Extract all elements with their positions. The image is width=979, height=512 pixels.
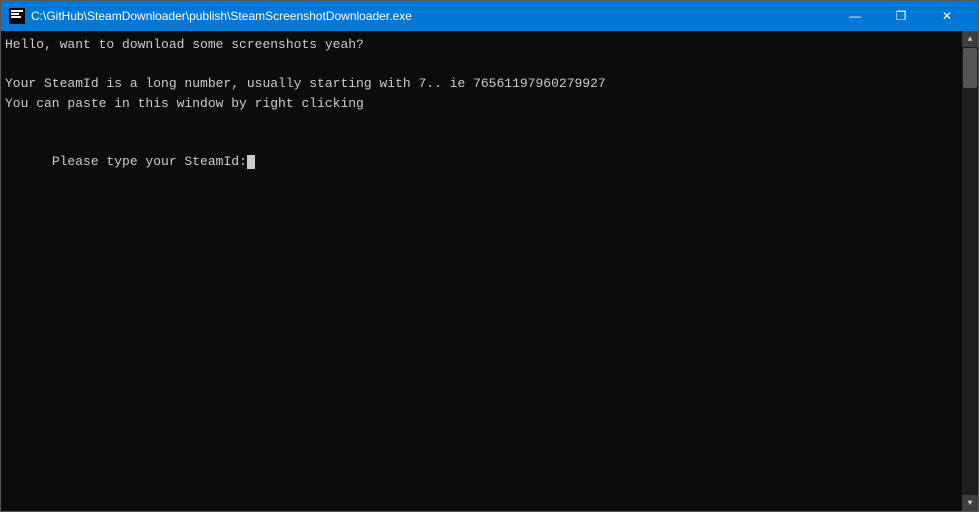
title-bar: C:\GitHub\SteamDownloader\publish\SteamS… [1, 1, 978, 31]
console-line-3: Your SteamId is a long number, usually s… [5, 74, 974, 94]
maximize-button[interactable]: ❐ [878, 1, 924, 31]
scrollbar[interactable]: ▲ ▼ [962, 31, 978, 511]
minimize-button[interactable]: — [832, 1, 878, 31]
window: C:\GitHub\SteamDownloader\publish\SteamS… [0, 0, 979, 512]
console-line-5 [5, 113, 974, 133]
title-bar-buttons: — ❐ ✕ [832, 1, 970, 31]
cursor [247, 155, 255, 169]
title-bar-left: C:\GitHub\SteamDownloader\publish\SteamS… [9, 8, 412, 24]
console-line-4: You can paste in this window by right cl… [5, 94, 974, 114]
app-icon [9, 8, 25, 24]
console-line-2 [5, 55, 974, 75]
console-area[interactable]: Hello, want to download some screenshots… [1, 31, 978, 511]
console-line-1: Hello, want to download some screenshots… [5, 35, 974, 55]
scrollbar-up-button[interactable]: ▲ [962, 31, 978, 47]
scrollbar-track[interactable] [962, 47, 978, 495]
window-title: C:\GitHub\SteamDownloader\publish\SteamS… [31, 9, 412, 23]
console-line-6: Please type your SteamId: [5, 133, 974, 192]
scrollbar-thumb[interactable] [963, 48, 977, 88]
close-button[interactable]: ✕ [924, 1, 970, 31]
scrollbar-down-button[interactable]: ▼ [962, 495, 978, 511]
prompt-text: Please type your SteamId: [52, 154, 247, 169]
